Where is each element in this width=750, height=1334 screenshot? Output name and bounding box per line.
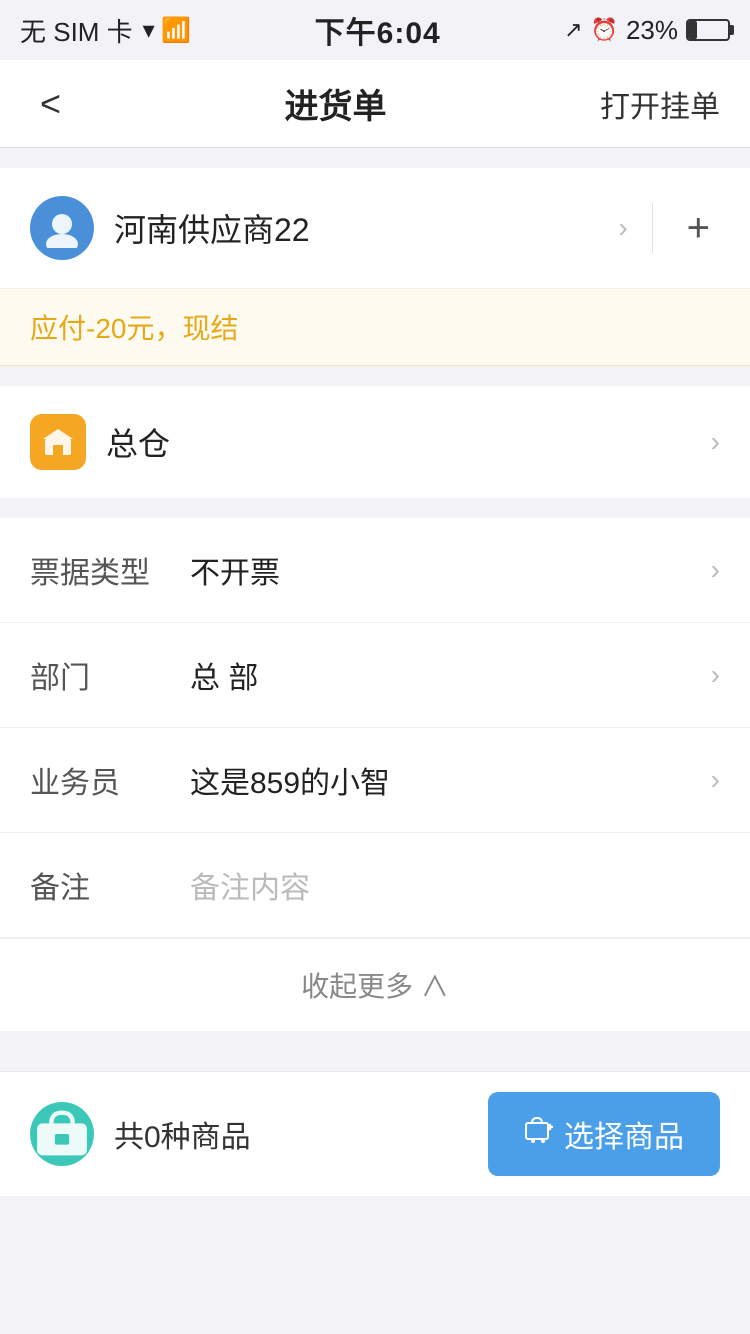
select-product-icon [524,1115,554,1153]
select-product-label: 选择商品 [564,1112,684,1156]
collapse-button[interactable]: 收起更多 ∧ [0,938,750,1031]
alarm-icon: ⏰ [591,17,618,43]
warehouse-name: 总仓 [106,419,711,465]
group-gap-1 [0,366,750,386]
salesperson-row[interactable]: 业务员 这是859的小智 › [0,728,750,833]
supplier-avatar [30,196,94,260]
status-time: 下午6:04 [315,8,441,52]
location-icon: ↗ [564,17,582,43]
notice-banner: 应付-20元，现结 [0,289,750,366]
department-value: 总 部 [170,653,711,697]
warehouse-icon-wrap [30,414,86,470]
salesperson-label: 业务员 [30,758,170,802]
invoice-row[interactable]: 票据类型 不开票 › [0,518,750,623]
warehouse-row[interactable]: 总仓 › [0,386,750,498]
warehouse-icon [41,425,75,459]
department-chevron-icon: › [711,659,720,691]
salesperson-chevron-icon: › [711,764,720,796]
open-pending-button[interactable]: 打开挂单 [600,82,720,126]
product-count-label: 共0种商品 [114,1112,488,1156]
department-row[interactable]: 部门 总 部 › [0,623,750,728]
salesperson-value: 这是859的小智 [170,758,711,802]
add-supplier-button[interactable]: + [677,206,720,251]
remark-row[interactable]: 备注 备注内容 [0,833,750,938]
product-icon-wrap [30,1102,94,1166]
remark-label: 备注 [30,863,170,907]
page-title: 进货单 [285,79,387,128]
product-icon [30,1102,94,1166]
section-gap-top [0,148,750,168]
supplier-row[interactable]: 河南供应商22 › + [0,168,750,289]
supplier-name: 河南供应商22 [114,205,618,251]
back-button[interactable]: < [30,73,71,135]
bottom-bar: 共0种商品 选择商品 [0,1071,750,1196]
nav-bar: < 进货单 打开挂单 [0,60,750,148]
cart-icon [524,1115,554,1145]
form-section: 票据类型 不开票 › 部门 总 部 › 业务员 这是859的小智 › 备注 备注… [0,518,750,1031]
remark-input[interactable]: 备注内容 [170,863,720,907]
group-gap-2 [0,498,750,518]
status-left: 无 SIM 卡 ▾ 📶 [20,12,191,49]
invoice-label: 票据类型 [30,548,170,592]
warehouse-chevron-icon: › [711,426,720,458]
supplier-divider [652,203,653,253]
department-label: 部门 [30,653,170,697]
wifi-icon: ▾ 📶 [143,16,192,45]
status-bar: 无 SIM 卡 ▾ 📶 下午6:04 ↗ ⏰ 23% [0,0,750,60]
group-gap-3 [0,1031,750,1051]
select-product-button[interactable]: 选择商品 [488,1092,720,1176]
battery-percent: 23% [626,15,678,46]
supplier-chevron-icon: › [618,212,627,244]
status-right: ↗ ⏰ 23% [564,15,730,46]
warehouse-card: 总仓 › [0,386,750,498]
invoice-chevron-icon: › [711,554,720,586]
supplier-card: 河南供应商22 › + 应付-20元，现结 [0,168,750,366]
invoice-value: 不开票 [170,548,711,592]
carrier-label: 无 SIM 卡 [20,12,133,49]
battery-icon [686,19,730,41]
supplier-avatar-icon [42,208,82,248]
